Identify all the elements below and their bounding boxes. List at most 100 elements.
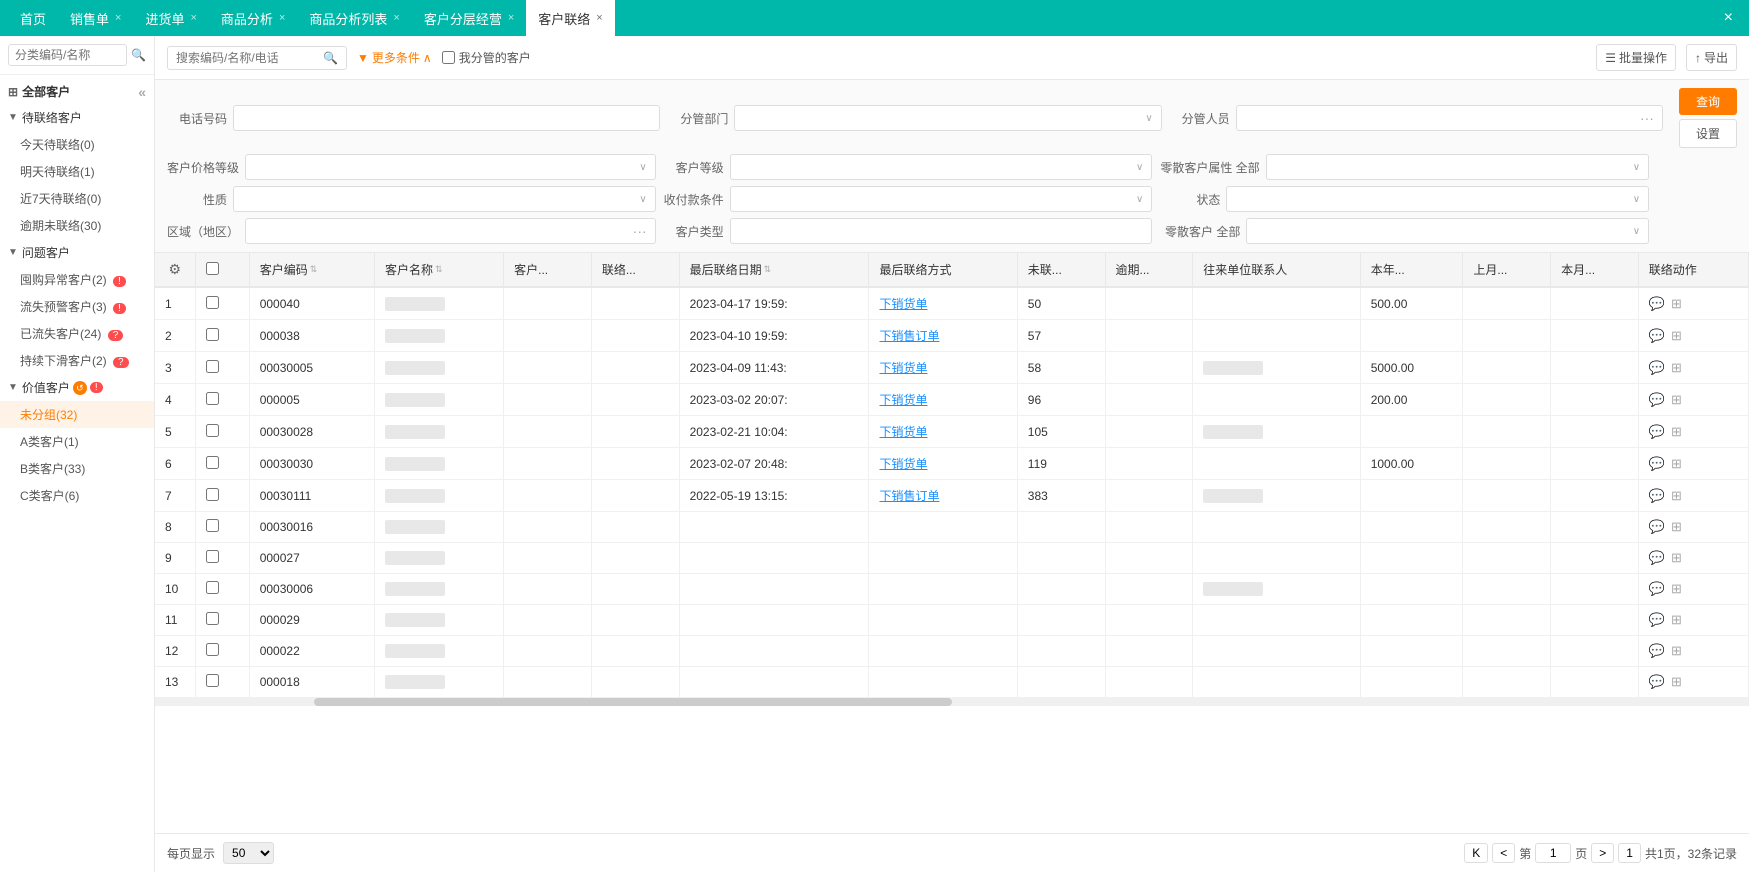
tab-goods-analysis-list-close[interactable]: × — [393, 12, 399, 24]
row-checkbox[interactable] — [206, 643, 219, 656]
horizontal-scrollbar[interactable] — [155, 698, 1749, 706]
sidebar-item-tomorrow[interactable]: 明天待联络(1) — [0, 158, 154, 185]
row-checkbox[interactable] — [206, 581, 219, 594]
grid-action-icon[interactable]: ⊞ — [1671, 424, 1682, 440]
export-btn[interactable]: ↑ 导出 — [1686, 44, 1737, 71]
prev-page-btn[interactable]: < — [1492, 843, 1515, 863]
td-checkbox[interactable] — [195, 416, 249, 448]
sort-code[interactable]: 客户编码 — [260, 261, 318, 278]
chat-icon[interactable]: 💬 — [1649, 456, 1665, 472]
sparse-attr-select[interactable]: ∨ — [1266, 154, 1649, 180]
row-checkbox[interactable] — [206, 519, 219, 532]
more-conditions-btn[interactable]: ▼ 更多条件 ∧ — [357, 49, 432, 66]
grid-action-icon[interactable]: ⊞ — [1671, 550, 1682, 566]
td-last-method[interactable]: 下销售订单 — [869, 320, 1017, 352]
td-checkbox[interactable] — [195, 448, 249, 480]
grid-action-icon[interactable]: ⊞ — [1671, 456, 1682, 472]
td-checkbox[interactable] — [195, 320, 249, 352]
td-checkbox[interactable] — [195, 574, 249, 605]
tab-home[interactable]: 首页 — [8, 0, 58, 36]
row-checkbox[interactable] — [206, 392, 219, 405]
chat-icon[interactable]: 💬 — [1649, 643, 1665, 659]
region-select[interactable]: ··· — [245, 218, 656, 244]
tab-purchase-close[interactable]: × — [190, 12, 196, 24]
next-page-btn[interactable]: > — [1591, 843, 1614, 863]
search-field[interactable]: 🔍 — [167, 46, 347, 70]
sidebar-item-churned[interactable]: 已流失客户(24) ? — [0, 320, 154, 347]
grid-action-icon[interactable]: ⊞ — [1671, 360, 1682, 376]
sidebar-item-unclassified[interactable]: 未分组(32) — [0, 401, 154, 428]
manager-select[interactable]: ··· — [1236, 105, 1663, 131]
grid-action-icon[interactable]: ⊞ — [1671, 392, 1682, 408]
value-refresh-badge[interactable]: ↺ — [73, 381, 87, 395]
sidebar-item-class-b[interactable]: B类客户(33) — [0, 455, 154, 482]
chat-icon[interactable]: 💬 — [1649, 488, 1665, 504]
sidebar-item-class-c[interactable]: C类客户(6) — [0, 482, 154, 509]
grid-action-icon[interactable]: ⊞ — [1671, 519, 1682, 535]
chat-icon[interactable]: 💬 — [1649, 424, 1665, 440]
select-all-checkbox[interactable] — [206, 262, 219, 275]
td-last-method[interactable]: 下销货单 — [869, 287, 1017, 320]
td-checkbox[interactable] — [195, 543, 249, 574]
td-last-method[interactable]: 下销货单 — [869, 448, 1017, 480]
payment-select[interactable]: ∨ — [730, 186, 1153, 212]
scrollbar-thumb[interactable] — [314, 698, 952, 706]
sidebar-search-input[interactable] — [8, 44, 127, 66]
first-page-btn[interactable]: K — [1464, 843, 1488, 863]
grid-action-icon[interactable]: ⊞ — [1671, 612, 1682, 628]
chat-icon[interactable]: 💬 — [1649, 612, 1665, 628]
nature-select[interactable]: ∨ — [233, 186, 656, 212]
chat-icon[interactable]: 💬 — [1649, 519, 1665, 535]
close-all-tabs[interactable]: × — [1716, 9, 1741, 27]
sidebar-item-declining[interactable]: 持续下滑客户(2) ? — [0, 347, 154, 374]
sidebar-item-abnormal[interactable]: 囤购异常客户(2) ! — [0, 266, 154, 293]
my-customers-check[interactable]: 我分管的客户 — [442, 49, 531, 66]
row-checkbox[interactable] — [206, 674, 219, 687]
td-checkbox[interactable] — [195, 605, 249, 636]
chat-icon[interactable]: 💬 — [1649, 360, 1665, 376]
td-last-method[interactable]: 下销货单 — [869, 416, 1017, 448]
tab-goods-analysis-close[interactable]: × — [279, 12, 285, 24]
tab-customer-contact[interactable]: 客户联络 × — [526, 0, 614, 36]
phone-input[interactable] — [233, 105, 660, 131]
grid-action-icon[interactable]: ⊞ — [1671, 296, 1682, 312]
tab-customer-contact-close[interactable]: × — [596, 12, 602, 24]
chat-icon[interactable]: 💬 — [1649, 328, 1665, 344]
tab-goods-analysis[interactable]: 商品分析 × — [209, 0, 297, 36]
sidebar-search-icon[interactable]: 🔍 — [131, 48, 146, 62]
row-checkbox[interactable] — [206, 550, 219, 563]
tab-purchase[interactable]: 进货单 × — [133, 0, 208, 36]
dept-select[interactable]: ∨ — [734, 105, 1161, 131]
td-checkbox[interactable] — [195, 512, 249, 543]
sidebar-item-7days[interactable]: 近7天待联络(0) — [0, 185, 154, 212]
pending-contact-group[interactable]: ▼ 待联络客户 — [0, 104, 154, 131]
td-checkbox[interactable] — [195, 384, 249, 416]
column-settings-icon[interactable]: ⚙ — [168, 261, 181, 278]
td-checkbox[interactable] — [195, 480, 249, 512]
last-page-btn[interactable]: 1 — [1618, 843, 1641, 863]
tab-goods-analysis-list[interactable]: 商品分析列表 × — [297, 0, 411, 36]
sparse-customer-select[interactable]: ∨ — [1246, 218, 1649, 244]
td-checkbox[interactable] — [195, 352, 249, 384]
sort-name[interactable]: 客户名称 — [385, 261, 443, 278]
grid-action-icon[interactable]: ⊞ — [1671, 674, 1682, 690]
price-level-select[interactable]: ∨ — [245, 154, 656, 180]
tab-customer-tier[interactable]: 客户分层经营 × — [412, 0, 526, 36]
row-checkbox[interactable] — [206, 424, 219, 437]
search-input[interactable] — [176, 51, 319, 65]
customer-level-select[interactable]: ∨ — [730, 154, 1153, 180]
tab-customer-tier-close[interactable]: × — [508, 12, 514, 24]
chat-icon[interactable]: 💬 — [1649, 581, 1665, 597]
sidebar-item-churn-warning[interactable]: 流失预警客户(3) ! — [0, 293, 154, 320]
sidebar-item-class-a[interactable]: A类客户(1) — [0, 428, 154, 455]
all-customers-header[interactable]: ⊞ 全部客户 « — [0, 75, 154, 104]
sort-last-date[interactable]: 最后联络日期 — [690, 261, 772, 278]
sidebar-item-overdue[interactable]: 逾期未联络(30) — [0, 212, 154, 239]
tab-sales[interactable]: 销售单 × — [58, 0, 133, 36]
problem-customer-group[interactable]: ▼ 问题客户 — [0, 239, 154, 266]
td-last-method[interactable]: 下销售订单 — [869, 480, 1017, 512]
my-customers-checkbox[interactable] — [442, 51, 455, 64]
status-select[interactable]: ∨ — [1226, 186, 1649, 212]
row-checkbox[interactable] — [206, 456, 219, 469]
batch-op-btn[interactable]: ☰ 批量操作 — [1596, 44, 1676, 71]
